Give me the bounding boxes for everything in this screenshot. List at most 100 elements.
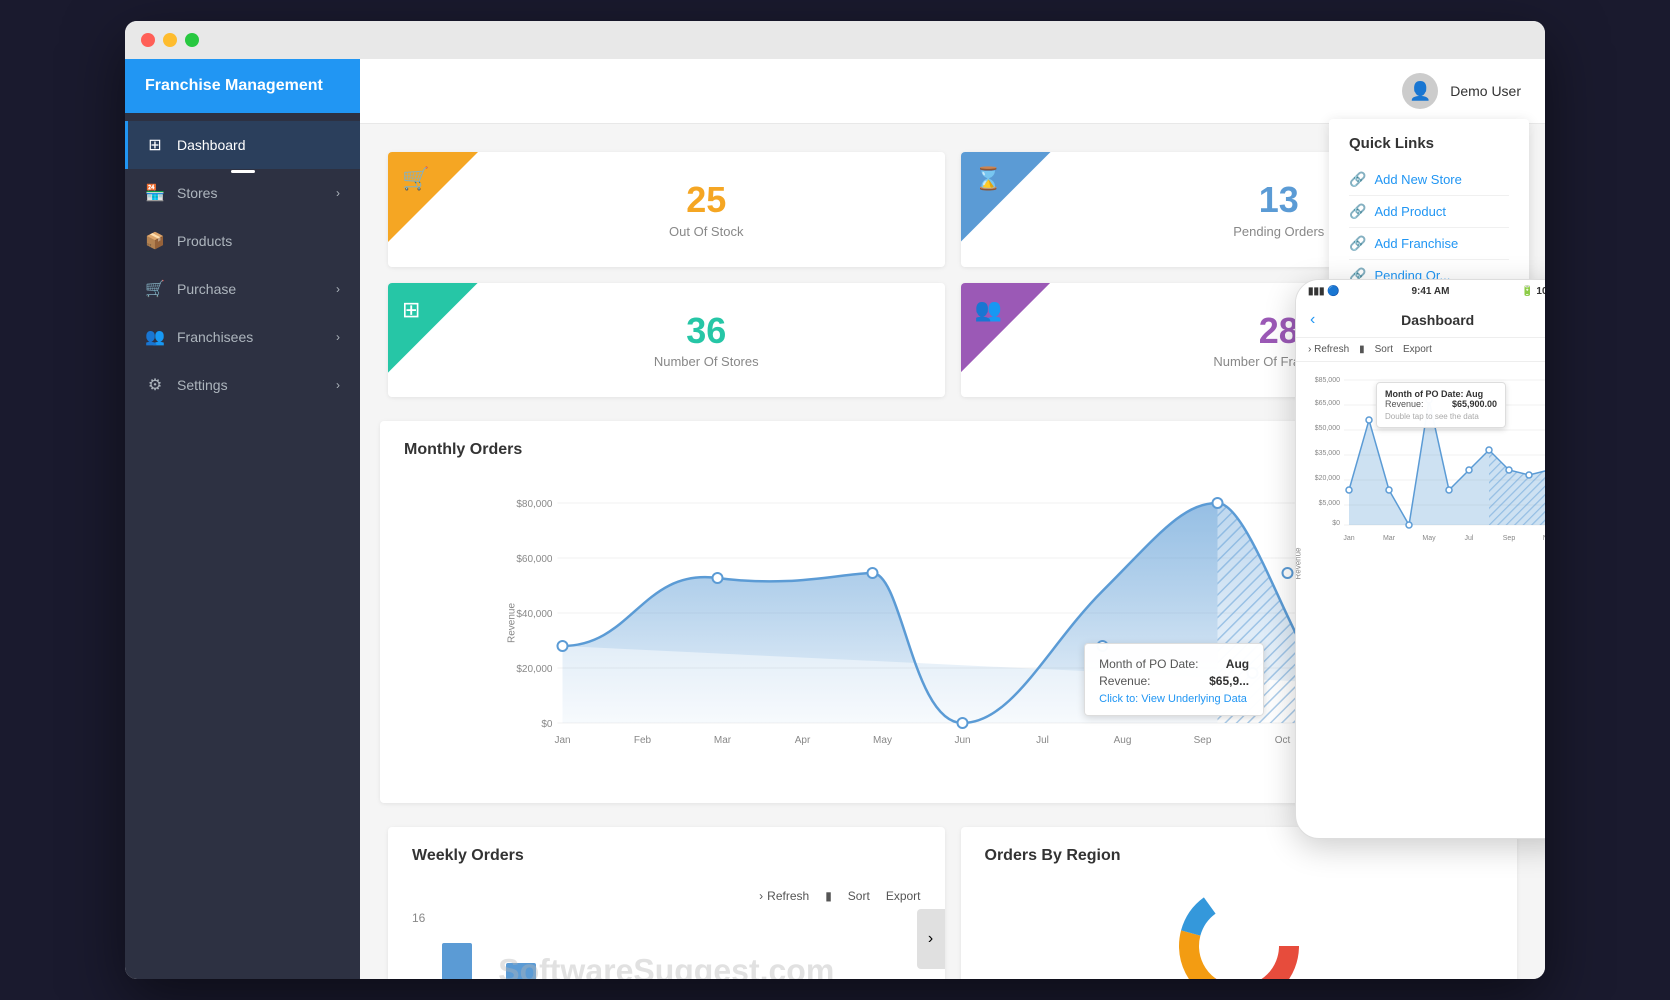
weekly-refresh-btn[interactable]: › Refresh (759, 889, 809, 903)
weekly-chart-title: Weekly Orders (412, 847, 524, 865)
dot-jan (558, 641, 568, 651)
mobile-bar-btn[interactable]: ▮ (1359, 344, 1365, 355)
mobile-sort-btn[interactable]: Sort (1375, 344, 1393, 355)
svg-text:Sep: Sep (1194, 735, 1212, 746)
browser-window: Franchise Management ⊞ Dashboard 🏪 Store… (125, 21, 1545, 979)
svg-text:Apr: Apr (795, 735, 811, 746)
browser-dot-red[interactable] (141, 33, 155, 47)
mobile-chart-tooltip: Month of PO Date: Aug Revenue: $65,900.0… (1376, 382, 1506, 428)
mobile-dot-7 (1466, 467, 1472, 473)
dot-jun (1213, 498, 1223, 508)
mobile-dot-4 (1406, 522, 1412, 528)
bottom-charts: Weekly Orders › Refresh ▮ Sort Export So… (380, 819, 1525, 979)
sidebar-item-label-settings: Settings (177, 377, 228, 393)
svg-text:$20,000: $20,000 (516, 664, 553, 675)
mobile-dot-8 (1486, 447, 1492, 453)
stores-content: 36 Number Of Stores (492, 311, 921, 370)
svg-text:$40,000: $40,000 (516, 609, 553, 620)
dot-mar (868, 568, 878, 578)
link-icon-2: 🔗 (1349, 235, 1366, 252)
main-content: 👤 Demo User 🛒 25 Out Of Stock (360, 59, 1545, 979)
mobile-y-axis-label: Revenue (1295, 547, 1303, 579)
out-of-stock-content: 25 Out Of Stock (492, 180, 921, 239)
purchase-chevron-icon: › (336, 282, 340, 296)
weekly-bar-btn[interactable]: ▮ (825, 889, 832, 903)
sidebar: Franchise Management ⊞ Dashboard 🏪 Store… (125, 59, 360, 979)
mobile-tooltip-footer: Double tap to see the data (1385, 412, 1497, 421)
dot-aug (1283, 568, 1293, 578)
region-chart-title: Orders By Region (985, 847, 1494, 865)
mobile-refresh-btn[interactable]: › Refresh (1308, 344, 1349, 355)
mobile-preview: ▮▮▮ 🔵 9:41 AM 🔋 100% ‹ Dashboard › Refre… (1295, 279, 1545, 839)
cart-icon: 🛒 (402, 166, 429, 192)
svg-text:$50,000: $50,000 (1315, 425, 1340, 432)
mobile-dot-6 (1446, 487, 1452, 493)
quick-link-add-store[interactable]: 🔗 Add New Store (1349, 164, 1509, 196)
sidebar-item-settings[interactable]: ⚙ Settings › (125, 361, 360, 409)
sidebar-item-products[interactable]: 📦 Products (125, 217, 360, 265)
settings-chevron-icon: › (336, 378, 340, 392)
svg-text:$0: $0 (1332, 520, 1340, 527)
stores-number: 36 (492, 311, 921, 351)
browser-dot-green[interactable] (185, 33, 199, 47)
svg-text:$20,000: $20,000 (1315, 475, 1340, 482)
mobile-chart-area: $85,000 $65,000 $50,000 $35,000 $20,000 … (1296, 362, 1545, 583)
out-of-stock-triangle: 🛒 (388, 152, 478, 242)
browser-bar (125, 21, 1545, 59)
weekly-bar-3 (506, 963, 536, 979)
svg-text:$5,000: $5,000 (1319, 500, 1341, 507)
stores-triangle: ⊞ (388, 283, 478, 373)
out-of-stock-label: Out Of Stock (492, 224, 921, 239)
svg-text:May: May (873, 735, 892, 746)
group-icon: 👥 (975, 297, 1002, 323)
mobile-export-btn[interactable]: Export (1403, 344, 1432, 355)
sidebar-item-franchisees[interactable]: 👥 Franchisees › (125, 313, 360, 361)
svg-text:$65,000: $65,000 (1315, 400, 1340, 407)
sidebar-item-stores[interactable]: 🏪 Stores › (125, 169, 360, 217)
top-bar: 👤 Demo User (360, 59, 1545, 124)
mobile-status-bar: ▮▮▮ 🔵 9:41 AM 🔋 100% (1296, 280, 1545, 303)
browser-dot-yellow[interactable] (163, 33, 177, 47)
dot-feb (713, 573, 723, 583)
franchisees-icon: 👥 (145, 327, 165, 347)
weekly-y-value: 16 (412, 911, 425, 925)
svg-text:Jan: Jan (554, 735, 570, 746)
svg-text:$0: $0 (541, 719, 553, 730)
sidebar-logo: Franchise Management (125, 59, 360, 113)
franchisees-chevron-icon: › (336, 330, 340, 344)
weekly-export-btn[interactable]: Export (886, 889, 921, 903)
mobile-dot-9 (1506, 467, 1512, 473)
svg-text:Mar: Mar (714, 735, 732, 746)
sidebar-item-label-products: Products (177, 233, 232, 249)
svg-text:$80,000: $80,000 (516, 499, 553, 510)
mobile-dashboard-title: Dashboard (1401, 312, 1474, 328)
watermark: SoftwareSuggest.com (498, 953, 834, 979)
mobile-signal: ▮▮▮ 🔵 (1308, 286, 1340, 297)
quick-link-add-franchise[interactable]: 🔗 Add Franchise (1349, 228, 1509, 260)
monthly-chart-title: Monthly Orders (404, 441, 522, 459)
svg-text:Mar: Mar (1383, 535, 1396, 542)
user-name: Demo User (1450, 83, 1521, 99)
quick-link-label-1: Add Product (1374, 204, 1446, 219)
mobile-nav-bar: ‹ Dashboard (1296, 303, 1545, 338)
sidebar-item-label-stores: Stores (177, 185, 217, 201)
sidebar-item-purchase[interactable]: 🛒 Purchase › (125, 265, 360, 313)
svg-text:Jun: Jun (954, 735, 970, 746)
sidebar-item-label-purchase: Purchase (177, 281, 236, 297)
sidebar-item-dashboard[interactable]: ⊞ Dashboard (125, 121, 360, 169)
dashboard-icon: ⊞ (145, 135, 165, 155)
franchises-triangle: 👥 (961, 283, 1051, 373)
mobile-back-btn[interactable]: ‹ (1310, 311, 1315, 329)
mobile-tooltip-revenue-value: $65,900.00 (1452, 399, 1497, 409)
mobile-dot-3 (1386, 487, 1392, 493)
sidebar-item-label-dashboard: Dashboard (177, 137, 246, 153)
stores-icon: 🏪 (145, 183, 165, 203)
chart-area-fill-closed (563, 503, 1218, 723)
weekly-expand-handle[interactable]: › (917, 909, 945, 969)
svg-text:Jul: Jul (1036, 735, 1049, 746)
stat-card-out-of-stock: 🛒 25 Out Of Stock (388, 152, 945, 267)
mobile-battery: 🔋 100% (1521, 286, 1545, 297)
quick-link-add-product[interactable]: 🔗 Add Product (1349, 196, 1509, 228)
weekly-sort-btn[interactable]: Sort (848, 889, 870, 903)
mobile-time: 9:41 AM (1411, 286, 1449, 297)
